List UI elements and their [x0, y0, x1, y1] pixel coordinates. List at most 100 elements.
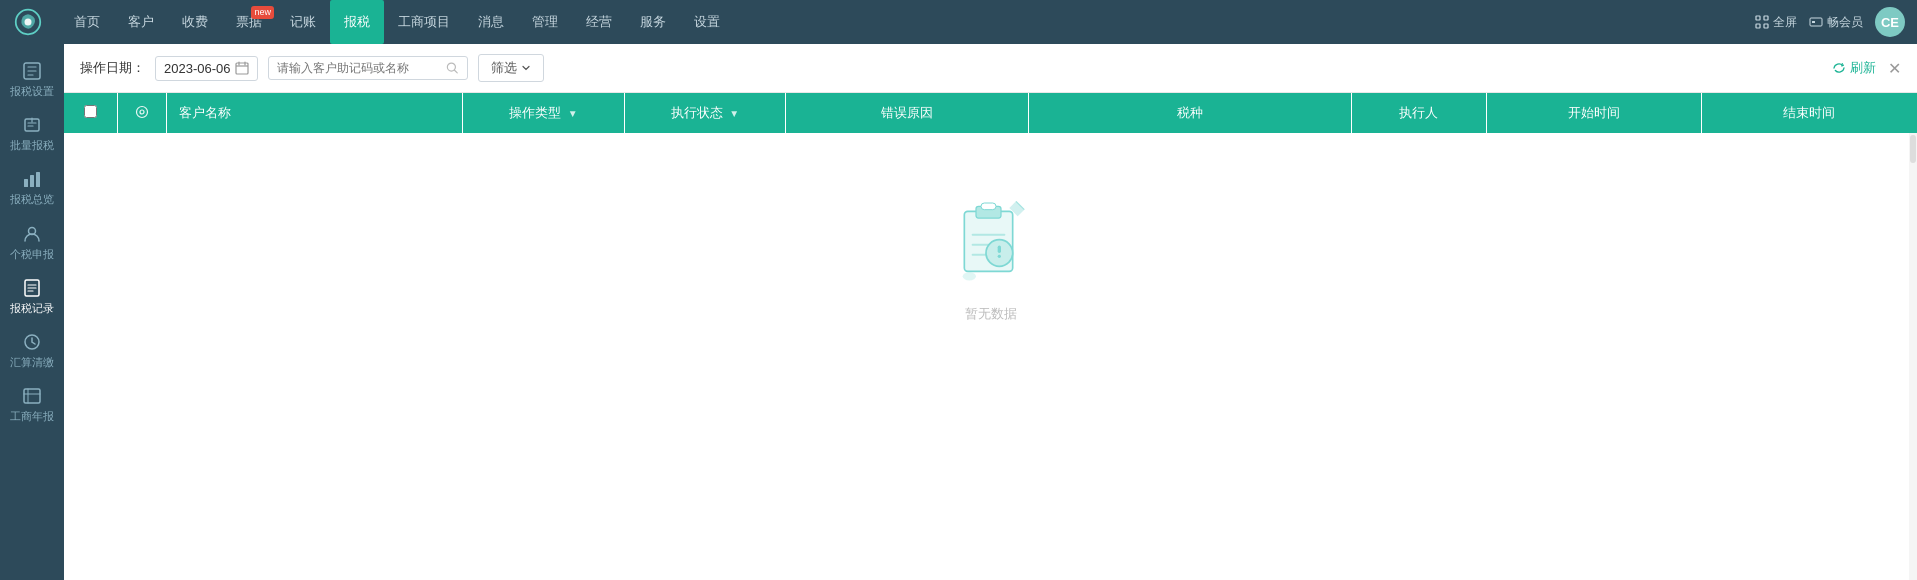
nav-business[interactable]: 工商项目 [384, 0, 464, 44]
nav-home[interactable]: 首页 [60, 0, 114, 44]
svg-rect-5 [1764, 24, 1768, 28]
svg-rect-3 [1764, 16, 1768, 20]
svg-point-27 [962, 272, 975, 280]
svg-rect-17 [236, 63, 248, 74]
svg-rect-11 [30, 175, 34, 187]
refresh-label: 刷新 [1850, 59, 1876, 77]
sidebar-label-tax-settings: 报税设置 [10, 85, 54, 98]
svg-point-26 [997, 255, 1000, 258]
exec-status-filter-icon: ▼ [729, 108, 739, 119]
app-logo[interactable] [12, 6, 44, 38]
sidebar-item-tax-records[interactable]: 报税记录 [0, 269, 64, 323]
svg-point-20 [140, 110, 144, 114]
top-nav-right: 全屏 畅会员 CE [1755, 7, 1905, 37]
fullscreen-button[interactable]: 全屏 [1755, 14, 1797, 31]
search-icon [446, 61, 459, 75]
nav-items: 首页 客户 收费 票据 new 记账 报税 工商项目 消息 管理 经营 服务 设… [60, 0, 1755, 44]
search-input[interactable] [277, 61, 440, 75]
svg-point-19 [137, 106, 148, 117]
nav-bookkeeping[interactable]: 记账 [276, 0, 330, 44]
svg-rect-12 [36, 172, 40, 187]
th-checkbox[interactable] [64, 93, 118, 133]
member-label: 畅会员 [1827, 14, 1863, 31]
chevron-down-icon [521, 63, 531, 73]
sidebar-item-personal-tax[interactable]: 个税申报 [0, 215, 64, 269]
search-input-wrap[interactable] [268, 56, 468, 80]
select-all-checkbox[interactable] [84, 105, 97, 118]
svg-rect-16 [24, 389, 40, 403]
calendar-icon [235, 61, 249, 75]
tax-settings-icon [21, 60, 43, 82]
nav-billing[interactable]: 收费 [168, 0, 222, 44]
sidebar-item-tax-overview[interactable]: 报税总览 [0, 160, 64, 214]
sidebar: 报税设置 批量报税 报税总览 [0, 44, 64, 580]
nav-service[interactable]: 服务 [626, 0, 680, 44]
filter-label: 筛选 [491, 59, 517, 77]
filter-button[interactable]: 筛选 [478, 54, 544, 82]
toolbar-right: 刷新 ✕ [1832, 59, 1901, 78]
fullscreen-label: 全屏 [1773, 14, 1797, 31]
nav-operations[interactable]: 经营 [572, 0, 626, 44]
sidebar-item-annual-tax[interactable]: 汇算清缴 [0, 323, 64, 377]
nav-tax[interactable]: 报税 [330, 0, 384, 44]
svg-rect-6 [1810, 18, 1822, 26]
th-error-reason: 错误原因 [786, 93, 1028, 133]
annual-tax-icon [21, 331, 43, 353]
toolbar: 操作日期： 2023-06-06 筛选 [64, 44, 1917, 93]
personal-tax-icon [21, 223, 43, 245]
member-button[interactable]: 畅会员 [1809, 14, 1863, 31]
nav-invoice[interactable]: 票据 new [222, 0, 276, 44]
sidebar-label-annual-tax: 汇算清缴 [10, 356, 54, 369]
top-navigation: 首页 客户 收费 票据 new 记账 报税 工商项目 消息 管理 经营 服务 设… [0, 0, 1917, 44]
th-customer-name: 客户名称 [166, 93, 462, 133]
sidebar-item-batch-tax[interactable]: 批量报税 [0, 106, 64, 160]
th-end-time: 结束时间 [1701, 93, 1917, 133]
scroll-thumb [1910, 135, 1916, 163]
th-tax-type: 税种 [1028, 93, 1351, 133]
th-start-time: 开始时间 [1486, 93, 1701, 133]
sidebar-label-batch-tax: 批量报税 [10, 139, 54, 152]
empty-text: 暂无数据 [965, 305, 1017, 323]
sidebar-item-annual-report[interactable]: 工商年报 [0, 377, 64, 431]
refresh-icon [1832, 61, 1846, 75]
sidebar-item-tax-settings[interactable]: 报税设置 [0, 52, 64, 106]
empty-illustration [941, 193, 1041, 293]
svg-rect-10 [24, 179, 28, 187]
svg-rect-2 [1756, 16, 1760, 20]
empty-state: 暂无数据 [64, 133, 1917, 363]
table-wrapper: 客户名称 操作类型 ▼ 执行状态 ▼ 错误原因 [64, 93, 1917, 580]
sidebar-label-tax-overview: 报税总览 [10, 193, 54, 206]
sidebar-label-annual-report: 工商年报 [10, 410, 54, 423]
svg-rect-23 [981, 203, 996, 210]
th-op-type[interactable]: 操作类型 ▼ [463, 93, 625, 133]
date-value: 2023-06-06 [164, 61, 231, 76]
svg-rect-7 [1812, 21, 1815, 23]
column-setting-icon [135, 105, 149, 119]
new-badge: new [251, 6, 274, 19]
close-button[interactable]: ✕ [1888, 59, 1901, 78]
tax-overview-icon [21, 168, 43, 190]
records-table: 客户名称 操作类型 ▼ 执行状态 ▼ 错误原因 [64, 93, 1917, 363]
nav-settings[interactable]: 设置 [680, 0, 734, 44]
th-executor: 执行人 [1351, 93, 1486, 133]
svg-point-24 [986, 240, 1013, 267]
annual-report-icon [21, 385, 43, 407]
svg-rect-25 [997, 246, 1000, 254]
nav-message[interactable]: 消息 [464, 0, 518, 44]
refresh-button[interactable]: 刷新 [1832, 59, 1876, 77]
user-avatar[interactable]: CE [1875, 7, 1905, 37]
batch-tax-icon [21, 114, 43, 136]
tax-records-icon [21, 277, 43, 299]
sidebar-label-personal-tax: 个税申报 [10, 248, 54, 261]
sidebar-label-tax-records: 报税记录 [10, 302, 54, 315]
scroll-indicator[interactable] [1909, 133, 1917, 580]
date-picker[interactable]: 2023-06-06 [155, 56, 258, 81]
th-setting[interactable] [118, 93, 166, 133]
th-exec-status[interactable]: 执行状态 ▼ [624, 93, 786, 133]
main-layout: 报税设置 批量报税 报税总览 [0, 44, 1917, 580]
content-area: 操作日期： 2023-06-06 筛选 [64, 44, 1917, 580]
nav-manage[interactable]: 管理 [518, 0, 572, 44]
op-type-filter-icon: ▼ [568, 108, 578, 119]
svg-rect-4 [1756, 24, 1760, 28]
nav-customer[interactable]: 客户 [114, 0, 168, 44]
